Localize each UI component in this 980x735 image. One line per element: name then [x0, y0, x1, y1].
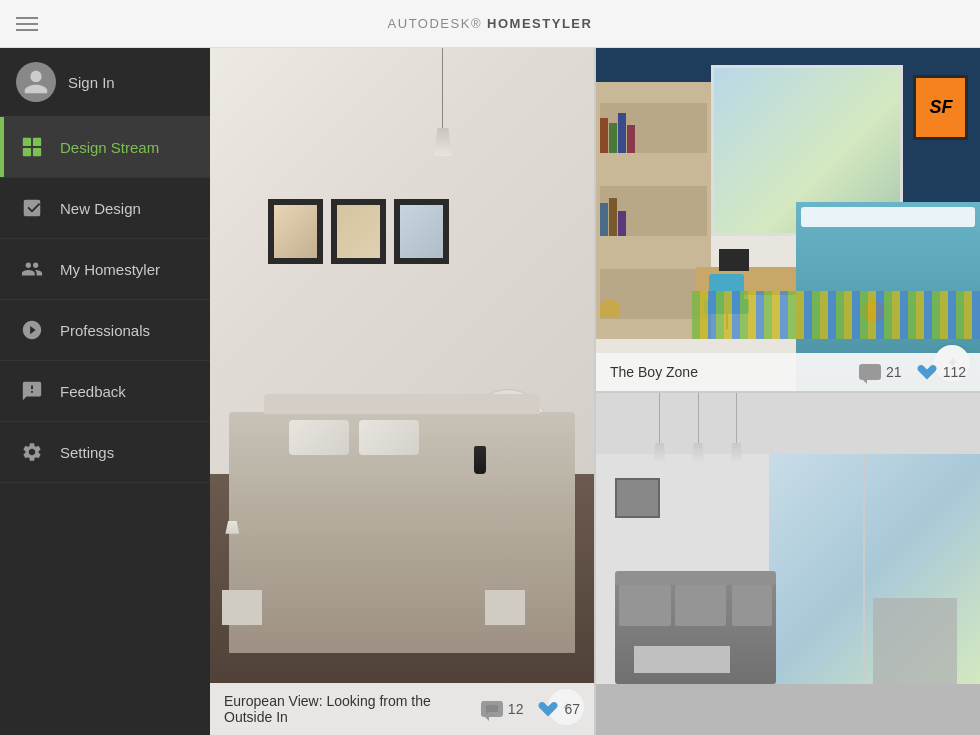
- dining-area: [873, 598, 957, 684]
- like-stat-large: 67: [537, 700, 580, 718]
- card-info-large: European View: Looking from the Outside …: [210, 683, 594, 735]
- rug: [692, 291, 980, 339]
- avatar: [16, 62, 56, 102]
- modernhouse-scene-bg: [596, 393, 980, 736]
- homestyler-label: HOMESTYLER: [487, 16, 592, 31]
- new-design-icon: [16, 192, 48, 224]
- mh-floor: [596, 684, 980, 735]
- autodesk-label: AUTODESK: [388, 16, 471, 31]
- decorative-vase: [474, 446, 486, 474]
- window-frame-v: [863, 454, 865, 683]
- sidebar-item-label: My Homestyler: [60, 261, 160, 278]
- card-stats-boyzone: 21 112: [859, 363, 966, 381]
- pendant-1: [654, 393, 666, 463]
- professionals-icon: [16, 314, 48, 346]
- sidebar-item-design-stream[interactable]: Design Stream: [0, 117, 210, 178]
- nightstand-left: [222, 590, 262, 625]
- sidebar-item-label: Professionals: [60, 322, 150, 339]
- pillow-1: [289, 420, 349, 455]
- sidebar-item-label: New Design: [60, 200, 141, 217]
- comment-bubble-large: [481, 701, 503, 717]
- app-title: AUTODESK® HOMESTYLER: [388, 16, 593, 31]
- pendant-3: [730, 393, 742, 463]
- sidebar-item-settings[interactable]: Settings: [0, 422, 210, 483]
- sidebar-item-my-homestyler[interactable]: My Homestyler: [0, 239, 210, 300]
- my-homestyler-icon: [16, 253, 48, 285]
- svg-rect-0: [23, 138, 31, 146]
- card-stats-large: 12 67: [481, 700, 580, 718]
- sidebar-item-new-design[interactable]: New Design: [0, 178, 210, 239]
- monitor: [719, 249, 749, 271]
- artwork-2: [331, 199, 386, 264]
- svg-rect-1: [33, 138, 41, 146]
- pillow-2: [359, 420, 419, 455]
- boyzone-scene-bg: SF: [596, 48, 980, 391]
- sidebar-item-label: Settings: [60, 444, 114, 461]
- wall-art: [615, 478, 660, 518]
- svg-rect-2: [23, 148, 31, 156]
- card-title-large: European View: Looking from the Outside …: [224, 693, 481, 725]
- card-boy-zone[interactable]: SF ✦ The Boy Zone 21: [596, 48, 980, 391]
- sf-label: SF: [929, 97, 952, 118]
- like-count-boyzone: 112: [943, 364, 966, 380]
- coffee-table: [634, 646, 730, 673]
- comment-stat-large: 12: [481, 701, 524, 717]
- card-european-view[interactable]: ✦ European View: Looking from the Outsid…: [210, 48, 594, 735]
- app-header: AUTODESK® HOMESTYLER: [0, 0, 980, 48]
- heart-icon-large: [537, 700, 559, 718]
- sign-in-button[interactable]: Sign In: [0, 48, 210, 117]
- artwork-3: [394, 199, 449, 264]
- svg-rect-3: [33, 148, 41, 156]
- sf-giants-poster: SF: [913, 75, 968, 140]
- comment-bubble-boyzone: [859, 364, 881, 380]
- design-stream-icon: [16, 131, 48, 163]
- card-info-boyzone: The Boy Zone 21 112: [596, 353, 980, 391]
- comment-count-boyzone: 21: [886, 364, 902, 380]
- bedroom-scene-bg: [210, 48, 594, 735]
- card-title-boyzone: The Boy Zone: [610, 364, 698, 380]
- menu-button[interactable]: [16, 17, 38, 31]
- sidebar-item-label: Feedback: [60, 383, 126, 400]
- like-stat-boyzone: 112: [916, 363, 966, 381]
- settings-icon: [16, 436, 48, 468]
- comment-count-large: 12: [508, 701, 524, 717]
- comment-stat-boyzone: 21: [859, 364, 902, 380]
- content-grid: ✦ European View: Looking from the Outsid…: [210, 48, 980, 735]
- feedback-icon: [16, 375, 48, 407]
- nightstand-right: [485, 590, 525, 625]
- pendant-lamp: [434, 48, 452, 156]
- sign-in-label: Sign In: [68, 74, 115, 91]
- sidebar-item-label: Design Stream: [60, 139, 159, 156]
- artwork-1: [268, 199, 323, 264]
- pendant-2: [692, 393, 704, 463]
- card-modern-house[interactable]: [596, 393, 980, 736]
- main-layout: Sign In Design Stream New Design: [0, 48, 980, 735]
- sidebar: Sign In Design Stream New Design: [0, 48, 210, 735]
- like-count-large: 67: [564, 701, 580, 717]
- artwork-group: [268, 199, 449, 264]
- heart-icon-boyzone: [916, 363, 938, 381]
- sidebar-item-professionals[interactable]: Professionals: [0, 300, 210, 361]
- sidebar-item-feedback[interactable]: Feedback: [0, 361, 210, 422]
